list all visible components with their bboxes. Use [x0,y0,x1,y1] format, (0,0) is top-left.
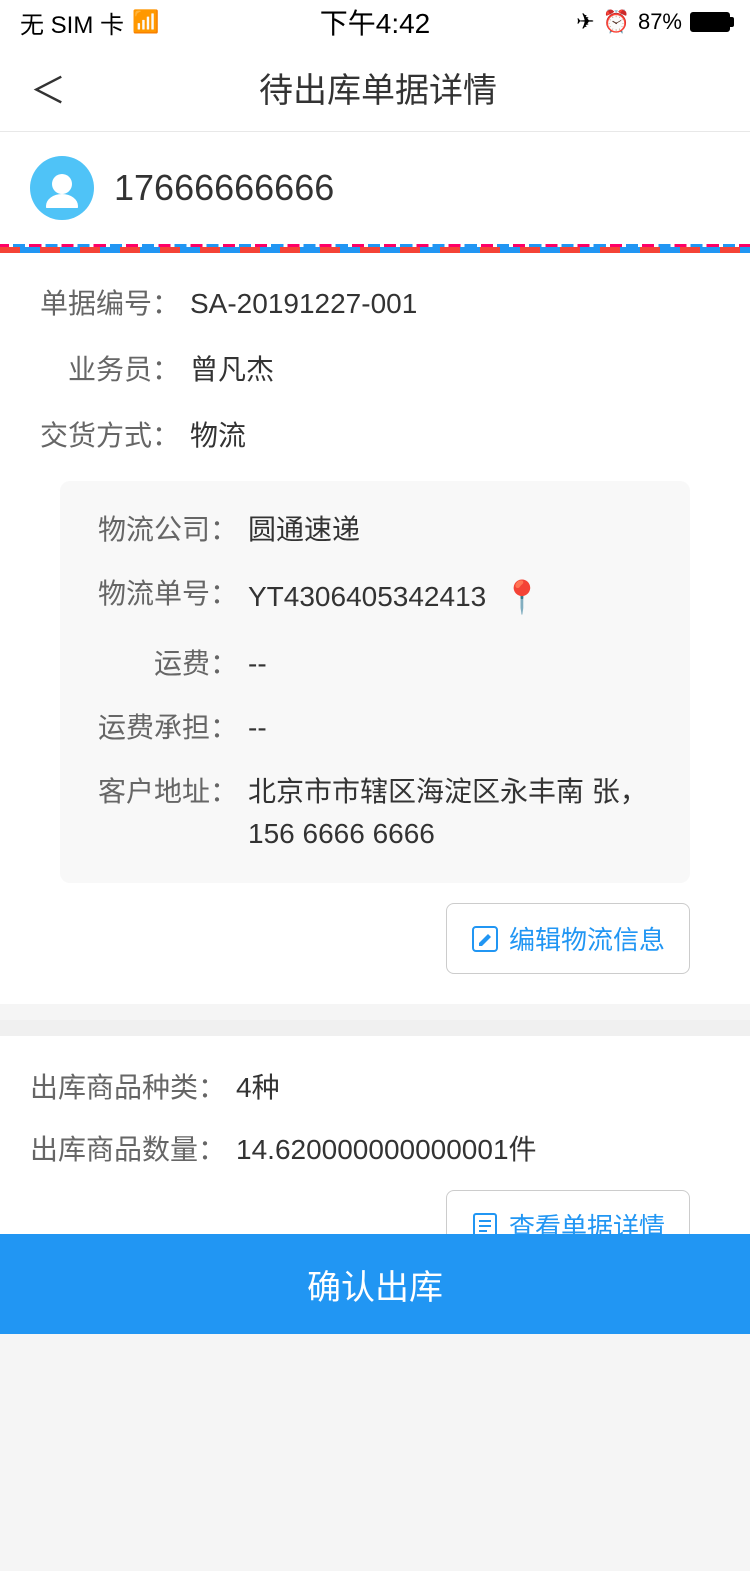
nav-bar: ＜ 待出库单据详情 [0,44,750,132]
status-right: ✈ ⏰ 87% [576,9,730,35]
tracking-label: 物流单号： [88,573,248,615]
status-bar: 无 SIM 卡 📶 下午4:42 ✈ ⏰ 87% [0,0,750,44]
delivery-value: 物流 [190,415,720,457]
product-quantity-value: 14.620000000000001件 [236,1128,537,1168]
wifi-icon: 📶 [132,9,159,35]
product-type-label: 出库商品种类： [30,1066,236,1106]
logistics-company-label: 物流公司： [88,509,248,551]
basic-info-section: 单据编号： SA-20191227-001 业务员： 曾凡杰 交货方式： 物流 … [0,253,750,1004]
tracking-value-container: YT4306405342413 📍 [248,573,542,621]
product-type-row: 出库商品种类： 4种 [30,1066,720,1106]
freight-value: -- [248,643,662,685]
product-type-value: 4种 [236,1066,280,1106]
freight-bear-row: 运费承担： -- [88,707,662,749]
logistics-card: 物流公司： 圆通速递 物流单号： YT4306405342413 📍 运费： -… [60,481,690,883]
salesman-row: 业务员： 曾凡杰 [30,349,720,391]
freight-bear-label: 运费承担： [88,707,248,749]
status-time: 下午4:42 [320,2,431,42]
edit-icon [471,925,499,953]
product-quantity-row: 出库商品数量： 14.620000000000001件 [30,1128,720,1168]
battery-percent: 87% [638,9,682,35]
address-label: 客户地址： [88,771,248,813]
edit-logistics-label: 编辑物流信息 [509,920,665,957]
document-number-label: 单据编号： [30,283,190,325]
logistics-company-value: 圆通速递 [248,509,662,551]
product-quantity-label: 出库商品数量： [30,1128,236,1168]
logistics-company-row: 物流公司： 圆通速递 [88,509,662,551]
salesman-label: 业务员： [30,349,190,391]
status-left: 无 SIM 卡 📶 [20,5,159,40]
salesman-value: 曾凡杰 [190,349,720,391]
freight-label: 运费： [88,643,248,685]
tracking-value: YT4306405342413 [248,576,486,618]
document-number-row: 单据编号： SA-20191227-001 [30,283,720,325]
delivery-row: 交货方式： 物流 [30,415,720,457]
delivery-label: 交货方式： [30,415,190,457]
address-value: 北京市市辖区海淀区永丰南 张，156 6666 6666 [248,771,662,855]
tracking-row: 物流单号： YT4306405342413 📍 [88,573,662,621]
confirm-button-label: 确认出库 [307,1260,443,1309]
location-service-icon: ✈ [576,9,594,35]
avatar [30,156,94,220]
carrier-text: 无 SIM 卡 [20,5,124,40]
edit-logistics-button[interactable]: 编辑物流信息 [446,903,690,974]
address-row: 客户地址： 北京市市辖区海淀区永丰南 张，156 6666 6666 [88,771,662,855]
battery-icon [690,12,730,32]
document-number-value: SA-20191227-001 [190,283,720,325]
back-button[interactable]: ＜ [30,52,86,124]
confirm-button-container: 确认出库 [0,1234,750,1334]
alarm-icon: ⏰ [603,9,630,35]
customer-header: 17666666666 [0,132,750,247]
customer-phone: 17666666666 [114,167,334,209]
edit-logistics-container: 编辑物流信息 [60,903,690,974]
page-title: 待出库单据详情 [86,63,670,112]
freight-row: 运费： -- [88,643,662,685]
confirm-outbound-button[interactable]: 确认出库 [0,1234,750,1334]
map-pin-icon[interactable]: 📍 [502,573,542,621]
section-separator [0,1020,750,1036]
freight-bear-value: -- [248,707,662,749]
